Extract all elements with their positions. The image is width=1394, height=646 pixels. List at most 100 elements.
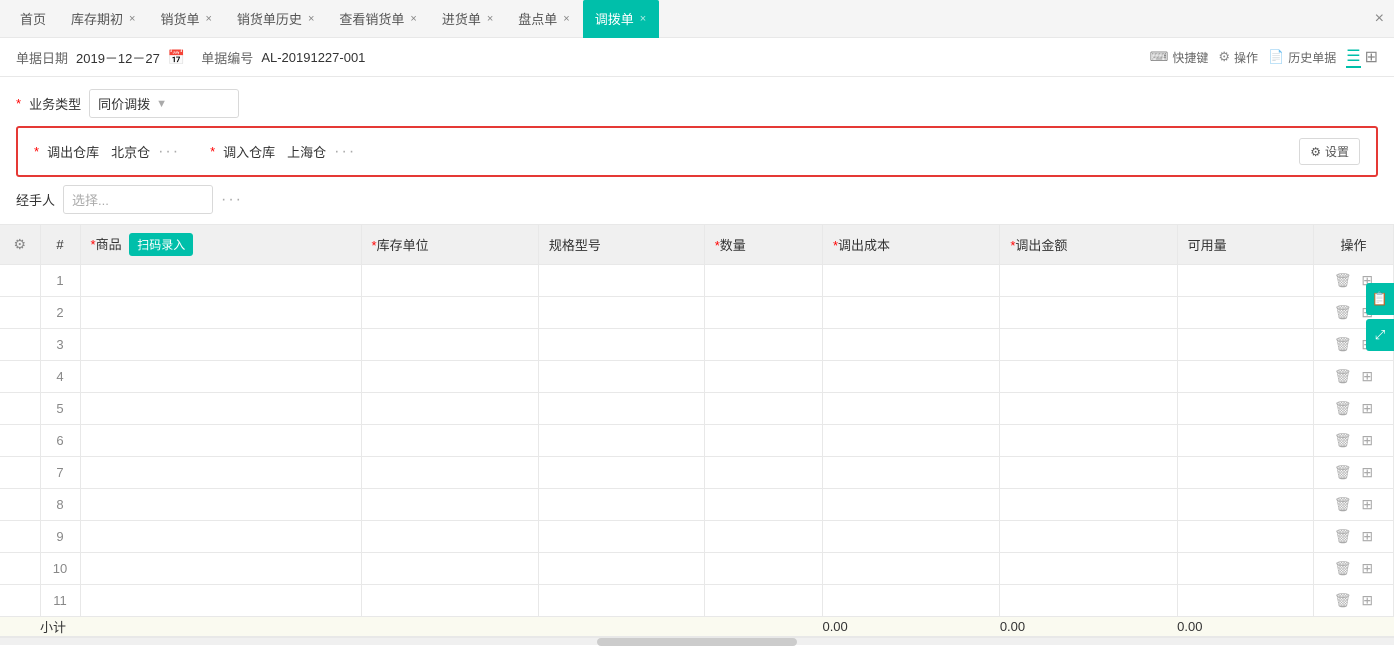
setting-button[interactable]: ⚙ 设置 <box>1299 138 1360 165</box>
row-product-cell[interactable] <box>80 329 361 361</box>
row-available-cell[interactable] <box>1177 425 1313 457</box>
row-amount-cell[interactable] <box>1000 425 1177 457</box>
close-tab-stocktake[interactable]: × <box>563 13 569 25</box>
row-unit-cell[interactable] <box>361 553 538 585</box>
delete-row-button[interactable]: 🗑 <box>1334 464 1352 480</box>
scrollbar-thumb[interactable] <box>597 638 797 646</box>
row-spec-cell[interactable] <box>538 393 704 425</box>
row-amount-cell[interactable] <box>1000 489 1177 521</box>
copy-row-button[interactable]: ⊞ <box>1361 560 1373 576</box>
row-cost-cell[interactable] <box>822 425 999 457</box>
copy-row-button[interactable]: ⊞ <box>1361 496 1373 512</box>
close-tab-purchase[interactable]: × <box>487 13 493 25</box>
row-product-cell[interactable] <box>80 521 361 553</box>
row-spec-cell[interactable] <box>538 521 704 553</box>
row-spec-cell[interactable] <box>538 297 704 329</box>
row-cost-cell[interactable] <box>822 329 999 361</box>
row-spec-cell[interactable] <box>538 265 704 297</box>
handler-more-button[interactable]: ··· <box>221 191 243 209</box>
row-unit-cell[interactable] <box>361 457 538 489</box>
copy-row11-button[interactable]: ⊞ <box>1361 592 1373 608</box>
row-available-cell[interactable] <box>1177 361 1313 393</box>
row11-unit-cell[interactable] <box>361 585 538 617</box>
delete-row-button[interactable]: 🗑 <box>1334 272 1352 288</box>
row-cost-cell[interactable] <box>822 265 999 297</box>
row-qty-cell[interactable] <box>704 425 822 457</box>
row-product-cell[interactable] <box>80 393 361 425</box>
copy-row-button[interactable]: ⊞ <box>1361 464 1373 480</box>
close-window-button[interactable]: × <box>1375 10 1384 28</box>
row-product-cell[interactable] <box>80 553 361 585</box>
row-available-cell[interactable] <box>1177 265 1313 297</box>
delete-row-button[interactable]: 🗑 <box>1334 528 1352 544</box>
row-available-cell[interactable] <box>1177 457 1313 489</box>
row-qty-cell[interactable] <box>704 297 822 329</box>
row-unit-cell[interactable] <box>361 265 538 297</box>
row-amount-cell[interactable] <box>1000 393 1177 425</box>
row-qty-cell[interactable] <box>704 361 822 393</box>
row-qty-cell[interactable] <box>704 489 822 521</box>
close-tab-view-sales[interactable]: × <box>410 13 416 25</box>
copy-row-button[interactable]: ⊞ <box>1361 400 1373 416</box>
row-cost-cell[interactable] <box>822 553 999 585</box>
delete-row-button[interactable]: 🗑 <box>1334 336 1352 352</box>
row-qty-cell[interactable] <box>704 265 822 297</box>
row11-available-cell[interactable] <box>1177 585 1313 617</box>
row-spec-cell[interactable] <box>538 553 704 585</box>
close-tab-inventory-init[interactable]: × <box>129 13 135 25</box>
row-spec-cell[interactable] <box>538 329 704 361</box>
tab-purchase[interactable]: 进货单 × <box>430 0 506 38</box>
tab-home[interactable]: 首页 <box>8 0 59 38</box>
row-amount-cell[interactable] <box>1000 297 1177 329</box>
calendar-icon[interactable]: 📅 <box>168 49 185 66</box>
warehouse-in-more-button[interactable]: ··· <box>334 143 356 161</box>
row-available-cell[interactable] <box>1177 553 1313 585</box>
row-product-cell[interactable] <box>80 265 361 297</box>
row-unit-cell[interactable] <box>361 393 538 425</box>
row-spec-cell[interactable] <box>538 425 704 457</box>
delete-row-button[interactable]: 🗑 <box>1334 400 1352 416</box>
business-type-select[interactable]: 同价调拨 ▼ <box>89 89 239 118</box>
scan-button[interactable]: 扫码录入 <box>129 233 193 256</box>
row-amount-cell[interactable] <box>1000 457 1177 489</box>
row-amount-cell[interactable] <box>1000 521 1177 553</box>
row11-spec-cell[interactable] <box>538 585 704 617</box>
row-amount-cell[interactable] <box>1000 265 1177 297</box>
row-unit-cell[interactable] <box>361 489 538 521</box>
tab-stocktake[interactable]: 盘点单 × <box>506 0 582 38</box>
tab-sales-history[interactable]: 销货单历史 × <box>225 0 327 38</box>
row-product-cell[interactable] <box>80 425 361 457</box>
delete-row-button[interactable]: 🗑 <box>1334 496 1352 512</box>
row-cost-cell[interactable] <box>822 489 999 521</box>
layout-list-icon[interactable]: ☰ <box>1346 46 1360 68</box>
row-cost-cell[interactable] <box>822 521 999 553</box>
shortcut-button[interactable]: ⌨ 快捷键 <box>1150 49 1209 66</box>
row-available-cell[interactable] <box>1177 393 1313 425</box>
expand-panel-button[interactable]: ⤢ <box>1366 319 1394 351</box>
delete-row-button[interactable]: 🗑 <box>1334 368 1352 384</box>
warehouse-out-more-button[interactable]: ··· <box>158 143 180 161</box>
row-spec-cell[interactable] <box>538 361 704 393</box>
row-product-cell[interactable] <box>80 457 361 489</box>
row-unit-cell[interactable] <box>361 329 538 361</box>
row-available-cell[interactable] <box>1177 297 1313 329</box>
row-product-cell[interactable] <box>80 489 361 521</box>
row-spec-cell[interactable] <box>538 457 704 489</box>
row-cost-cell[interactable] <box>822 393 999 425</box>
tab-view-sales[interactable]: 查看销货单 × <box>327 0 429 38</box>
horizontal-scrollbar[interactable] <box>0 637 1394 645</box>
notes-panel-button[interactable]: 📋 <box>1366 283 1394 315</box>
tab-transfer[interactable]: 调拨单 × <box>583 0 659 38</box>
ops-button[interactable]: ⚙ 操作 <box>1218 49 1258 66</box>
row-unit-cell[interactable] <box>361 425 538 457</box>
row-qty-cell[interactable] <box>704 521 822 553</box>
row-product-cell[interactable] <box>80 297 361 329</box>
row-qty-cell[interactable] <box>704 553 822 585</box>
row-unit-cell[interactable] <box>361 361 538 393</box>
delete-row11-button[interactable]: 🗑 <box>1334 592 1352 608</box>
row-amount-cell[interactable] <box>1000 329 1177 361</box>
close-tab-transfer[interactable]: × <box>640 13 646 25</box>
row-cost-cell[interactable] <box>822 457 999 489</box>
close-tab-sales-order[interactable]: × <box>205 13 211 25</box>
handler-select[interactable]: 选择... <box>63 185 213 214</box>
